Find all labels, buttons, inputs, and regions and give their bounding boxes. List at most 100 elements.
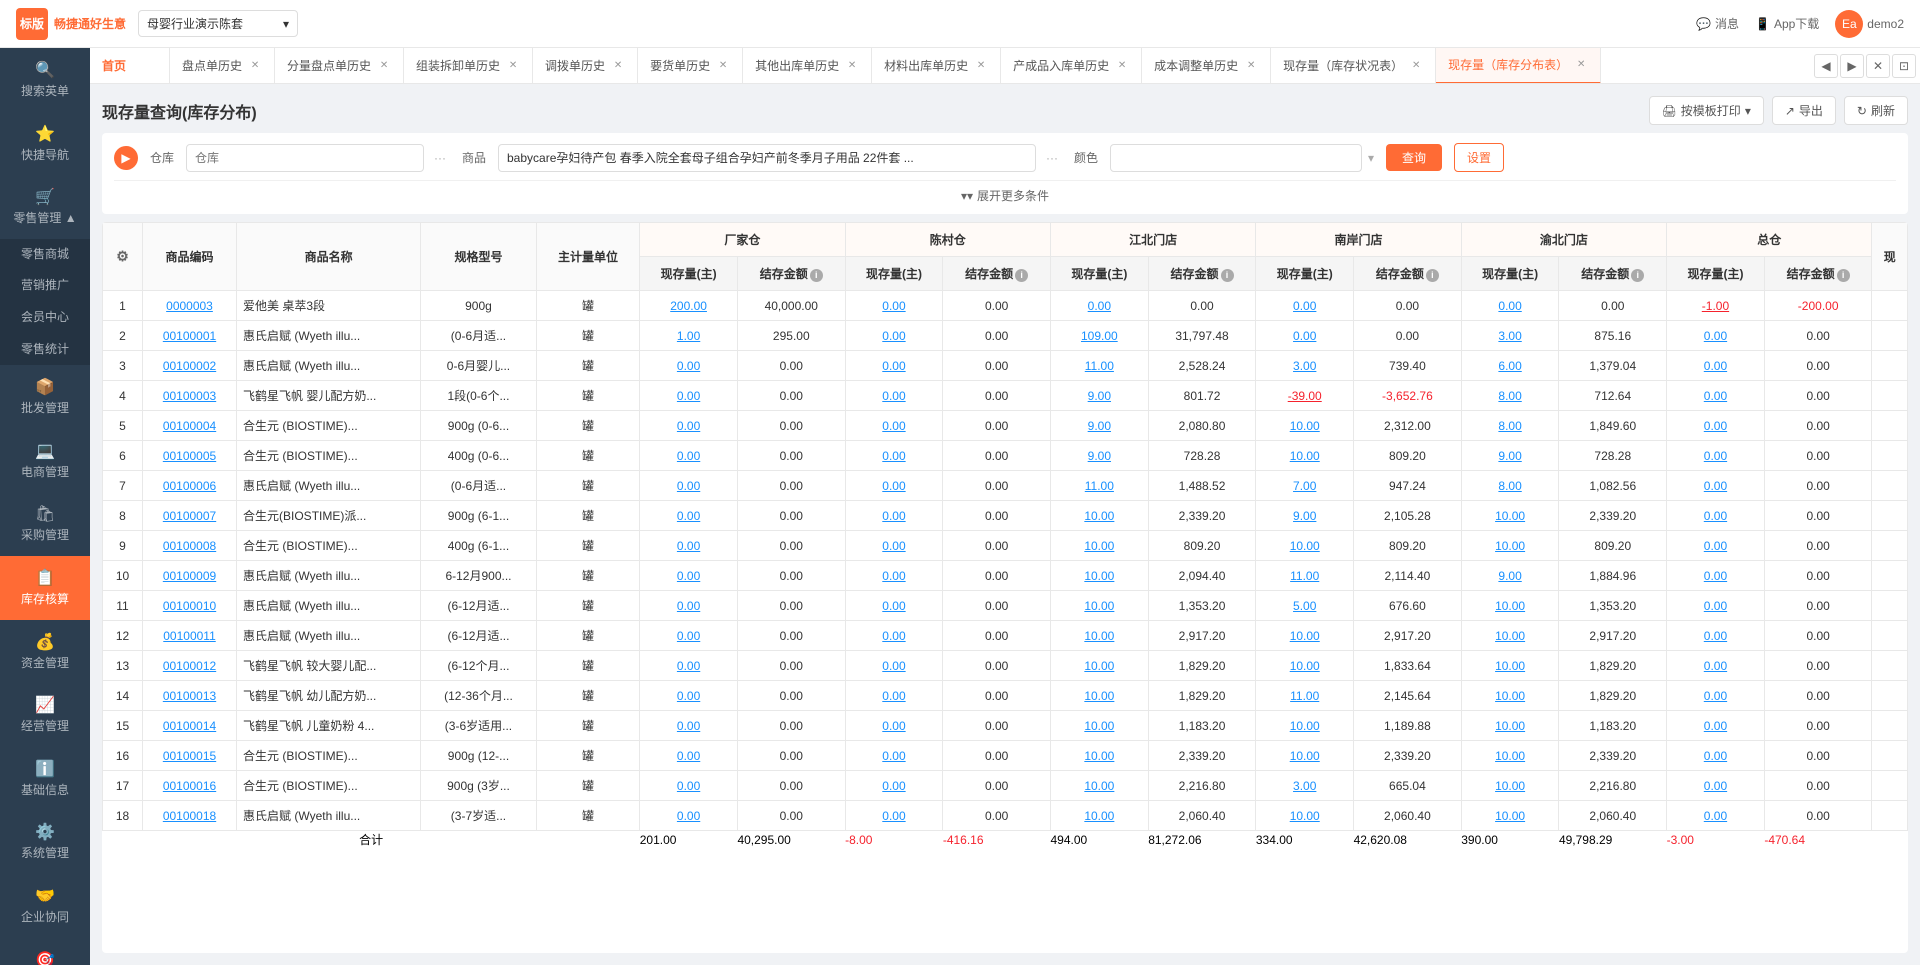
row-zc-qty[interactable]: 0.00: [1667, 801, 1765, 831]
sidebar-item-guide[interactable]: 🎯 新手引导: [0, 938, 90, 965]
tab-close-icon[interactable]: ✕: [974, 59, 988, 73]
row-code[interactable]: 00100008: [143, 531, 237, 561]
row-code[interactable]: 00100014: [143, 711, 237, 741]
sidebar-item-ops[interactable]: 📈 经营管理: [0, 683, 90, 747]
row-yb-qty[interactable]: 8.00: [1461, 471, 1559, 501]
tab-requisition[interactable]: 要货单历史 ✕: [638, 48, 743, 84]
row-cc-qty[interactable]: 0.00: [845, 741, 943, 771]
row-na-qty[interactable]: 0.00: [1256, 291, 1354, 321]
tab-close-all-btn[interactable]: ✕: [1866, 54, 1890, 78]
sidebar-item-nav[interactable]: ⭐ 快捷导航: [0, 112, 90, 176]
row-zc-qty[interactable]: 0.00: [1667, 351, 1765, 381]
row-yb-qty[interactable]: 3.00: [1461, 321, 1559, 351]
row-na-qty[interactable]: 10.00: [1256, 651, 1354, 681]
tab-count-history[interactable]: 盘点单历史 ✕: [170, 48, 275, 84]
row-zc-qty[interactable]: 0.00: [1667, 561, 1765, 591]
sidebar-item-basic[interactable]: ℹ️ 基础信息: [0, 747, 90, 811]
info-fj-icon[interactable]: i: [810, 269, 823, 282]
sidebar-item-finance[interactable]: 💰 资金管理: [0, 620, 90, 684]
row-fj-qty[interactable]: 0.00: [640, 651, 738, 681]
row-jb-qty[interactable]: 9.00: [1050, 441, 1148, 471]
row-jb-qty[interactable]: 109.00: [1050, 321, 1148, 351]
row-yb-qty[interactable]: 10.00: [1461, 801, 1559, 831]
tab-product-in[interactable]: 产成品入库单历史 ✕: [1001, 48, 1142, 84]
tab-material-out[interactable]: 材料出库单历史 ✕: [872, 48, 1001, 84]
row-cc-qty[interactable]: 0.00: [845, 561, 943, 591]
row-jb-qty[interactable]: 10.00: [1050, 651, 1148, 681]
row-cc-qty[interactable]: 0.00: [845, 681, 943, 711]
row-na-qty[interactable]: 3.00: [1256, 771, 1354, 801]
row-cc-qty[interactable]: 0.00: [845, 771, 943, 801]
tab-close-icon[interactable]: ✕: [248, 59, 262, 73]
row-zc-qty[interactable]: 0.00: [1667, 711, 1765, 741]
settings-icon[interactable]: ⚙: [116, 248, 129, 264]
row-zc-qty[interactable]: 0.00: [1667, 411, 1765, 441]
row-code[interactable]: 00100013: [143, 681, 237, 711]
row-jb-qty[interactable]: 10.00: [1050, 801, 1148, 831]
warehouse-dots[interactable]: ···: [430, 151, 450, 165]
sidebar-item-inventory[interactable]: 📋 库存核算: [0, 556, 90, 620]
row-yb-qty[interactable]: 10.00: [1461, 591, 1559, 621]
row-fj-qty[interactable]: 0.00: [640, 771, 738, 801]
row-yb-qty[interactable]: 10.00: [1461, 711, 1559, 741]
row-jb-qty[interactable]: 10.00: [1050, 681, 1148, 711]
color-input[interactable]: [1110, 144, 1362, 172]
row-jb-qty[interactable]: 11.00: [1050, 471, 1148, 501]
row-na-qty[interactable]: 9.00: [1256, 501, 1354, 531]
tab-next-btn[interactable]: ▶: [1840, 54, 1864, 78]
row-yb-qty[interactable]: 10.00: [1461, 771, 1559, 801]
row-yb-qty[interactable]: 10.00: [1461, 741, 1559, 771]
row-fj-qty[interactable]: 0.00: [640, 411, 738, 441]
sidebar-item-retail[interactable]: 🛒 零售管理 ▲: [0, 175, 90, 239]
row-zc-qty[interactable]: 0.00: [1667, 651, 1765, 681]
row-yb-qty[interactable]: 8.00: [1461, 411, 1559, 441]
row-code[interactable]: 00100016: [143, 771, 237, 801]
row-cc-qty[interactable]: 0.00: [845, 711, 943, 741]
sidebar-item-member[interactable]: 会员中心: [0, 302, 90, 334]
row-na-qty[interactable]: 10.00: [1256, 621, 1354, 651]
tab-menu-btn[interactable]: ⊡: [1892, 54, 1916, 78]
row-zc-qty[interactable]: -1.00: [1667, 291, 1765, 321]
row-fj-qty[interactable]: 0.00: [640, 711, 738, 741]
row-yb-qty[interactable]: 10.00: [1461, 621, 1559, 651]
row-jb-qty[interactable]: 0.00: [1050, 291, 1148, 321]
tab-transfer[interactable]: 调拨单历史 ✕: [533, 48, 638, 84]
search-btn[interactable]: 查询: [1386, 144, 1442, 171]
row-code[interactable]: 00100004: [143, 411, 237, 441]
row-jb-qty[interactable]: 10.00: [1050, 591, 1148, 621]
tab-close-icon[interactable]: ✕: [1244, 59, 1258, 73]
tab-close-icon[interactable]: ✕: [611, 59, 625, 73]
message-btn[interactable]: 💬 消息: [1696, 15, 1739, 32]
row-yb-qty[interactable]: 9.00: [1461, 441, 1559, 471]
row-yb-qty[interactable]: 9.00: [1461, 561, 1559, 591]
row-cc-qty[interactable]: 0.00: [845, 291, 943, 321]
row-code[interactable]: 00100012: [143, 651, 237, 681]
row-fj-qty[interactable]: 0.00: [640, 441, 738, 471]
row-jb-qty[interactable]: 10.00: [1050, 771, 1148, 801]
row-cc-qty[interactable]: 0.00: [845, 651, 943, 681]
info-cc-icon[interactable]: i: [1015, 269, 1028, 282]
row-na-qty[interactable]: 10.00: [1256, 411, 1354, 441]
row-na-qty[interactable]: 10.00: [1256, 441, 1354, 471]
row-cc-qty[interactable]: 0.00: [845, 621, 943, 651]
row-zc-qty[interactable]: 0.00: [1667, 321, 1765, 351]
row-zc-qty[interactable]: 0.00: [1667, 441, 1765, 471]
tab-assembly[interactable]: 组装拆卸单历史 ✕: [404, 48, 533, 84]
tab-close-icon[interactable]: ✕: [845, 59, 859, 73]
tab-close-icon[interactable]: ✕: [1409, 59, 1423, 73]
tab-other-out[interactable]: 其他出库单历史 ✕: [743, 48, 872, 84]
row-na-qty[interactable]: 11.00: [1256, 681, 1354, 711]
row-code[interactable]: 00100007: [143, 501, 237, 531]
tab-close-icon[interactable]: ✕: [506, 59, 520, 73]
row-yb-qty[interactable]: 10.00: [1461, 681, 1559, 711]
row-code[interactable]: 00100018: [143, 801, 237, 831]
row-code[interactable]: 00100003: [143, 381, 237, 411]
row-fj-qty[interactable]: 0.00: [640, 501, 738, 531]
tab-close-icon[interactable]: ✕: [377, 59, 391, 73]
filter-expand-btn[interactable]: ▶: [114, 146, 138, 170]
row-na-qty[interactable]: 7.00: [1256, 471, 1354, 501]
goods-dots[interactable]: ···: [1042, 151, 1062, 165]
sidebar-item-marketing[interactable]: 营销推广: [0, 270, 90, 302]
info-na-icon[interactable]: i: [1426, 269, 1439, 282]
tab-stock-status[interactable]: 现存量（库存状况表） ✕: [1271, 48, 1436, 84]
